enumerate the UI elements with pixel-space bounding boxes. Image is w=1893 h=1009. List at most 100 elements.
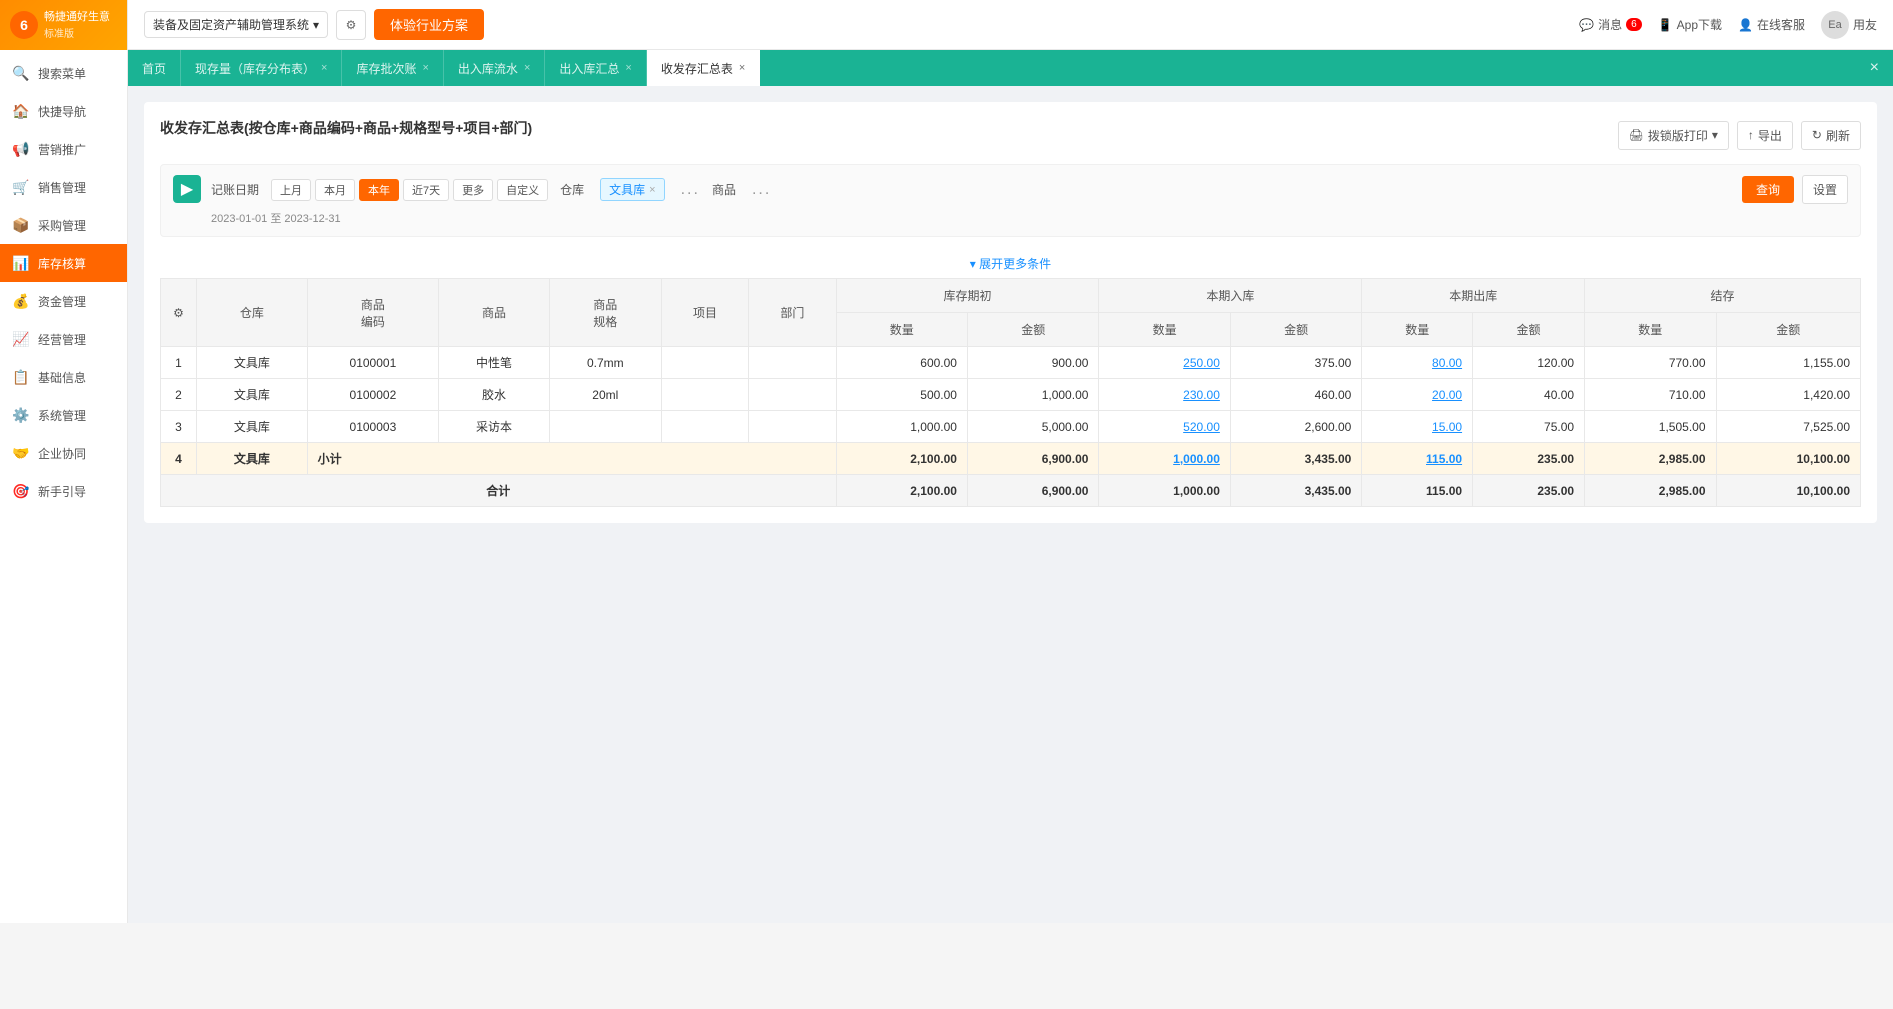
row-in-amt: 2,600.00 (1230, 411, 1361, 443)
service-icon: 👤 (1738, 18, 1753, 32)
row-in-qty[interactable]: 520.00 (1099, 411, 1230, 443)
sidebar-item-basic-info[interactable]: 📋 基础信息 (0, 358, 127, 396)
row-project (661, 411, 748, 443)
tab-flow[interactable]: 出入库流水 × (444, 50, 545, 86)
warehouse-tag-close[interactable]: × (649, 184, 655, 196)
topbar-settings-button[interactable]: ⚙ (336, 10, 366, 40)
date-btn-this-month[interactable]: 本月 (315, 179, 355, 201)
sidebar-item-label: 经营管理 (38, 331, 86, 348)
row-balance-qty: 770.00 (1585, 347, 1716, 379)
col-group-balance-header: 结存 (1585, 279, 1861, 313)
tab-receive-summary-close[interactable]: × (739, 62, 745, 74)
row-in-qty[interactable]: 250.00 (1099, 347, 1230, 379)
subtotal-in-qty[interactable]: 1,000.00 (1099, 443, 1230, 475)
subtotal-out-qty[interactable]: 115.00 (1362, 443, 1473, 475)
tab-home[interactable]: 首页 (128, 50, 181, 86)
sidebar-item-collab[interactable]: 🤝 企业协同 (0, 434, 127, 472)
row-no: 3 (161, 411, 197, 443)
message-badge: 6 (1626, 18, 1642, 31)
sidebar-item-marketing[interactable]: 📢 营销推广 (0, 130, 127, 168)
row-out-qty[interactable]: 20.00 (1362, 379, 1473, 411)
tab-summary[interactable]: 出入库汇总 × (545, 50, 646, 86)
messages-button[interactable]: 💬 消息 6 (1579, 16, 1642, 33)
refresh-button[interactable]: ↻ 刷新 (1801, 121, 1861, 150)
col-opening-qty-header: 数量 (836, 313, 967, 347)
tab-flow-label: 出入库流水 (458, 60, 518, 77)
sidebar-item-search[interactable]: 🔍 搜索菜单 (0, 54, 127, 92)
box-icon: 📦 (12, 216, 30, 234)
col-goods-spec-header: 商品规格 (549, 279, 661, 347)
online-service-button[interactable]: 👤 在线客服 (1738, 16, 1805, 33)
row-goods-code: 0100002 (307, 379, 438, 411)
avatar: Ea (1821, 11, 1849, 39)
sidebar-item-operations[interactable]: 📈 经营管理 (0, 320, 127, 358)
row-in-qty[interactable]: 230.00 (1099, 379, 1230, 411)
cart-icon: 🛒 (12, 178, 30, 196)
trial-button[interactable]: 体验行业方案 (374, 9, 484, 40)
row-goods-name: 采访本 (439, 411, 550, 443)
tab-inventory-dist-close[interactable]: × (321, 62, 327, 74)
row-goods-name: 中性笔 (439, 347, 550, 379)
expand-button[interactable]: ▾ 展开更多条件 (970, 255, 1051, 272)
sidebar-item-inventory[interactable]: 📊 库存核算 (0, 244, 127, 282)
megaphone-icon: 📢 (12, 140, 30, 158)
row-no: 2 (161, 379, 197, 411)
print-button[interactable]: 🖨 拨锁版打印 ▾ (1618, 121, 1729, 150)
sidebar-item-system[interactable]: ⚙️ 系统管理 (0, 396, 127, 434)
date-btn-this-year[interactable]: 本年 (359, 179, 399, 201)
app-download-button[interactable]: 📱 App下载 (1658, 16, 1722, 33)
system-selector[interactable]: 装备及固定资产辅助管理系统 ▾ (144, 11, 328, 38)
system-name: 装备及固定资产辅助管理系统 (153, 16, 309, 33)
col-balance-qty-header: 数量 (1585, 313, 1716, 347)
filter-toggle-button[interactable]: ▶ (173, 175, 201, 203)
table-row: 1 文具库 0100001 中性笔 0.7mm 600.00 900.00 25… (161, 347, 1861, 379)
row-balance-qty: 710.00 (1585, 379, 1716, 411)
date-btn-more[interactable]: 更多 (453, 179, 493, 201)
row-department (749, 347, 836, 379)
tab-batch[interactable]: 库存批次账 × (342, 50, 443, 86)
sidebar-item-label: 搜索菜单 (38, 65, 86, 82)
row-out-qty[interactable]: 80.00 (1362, 347, 1473, 379)
user-menu[interactable]: Ea 用友 (1821, 11, 1877, 39)
handshake-icon: 🤝 (12, 444, 30, 462)
export-button[interactable]: ↑ 导出 (1737, 121, 1793, 150)
date-btn-custom[interactable]: 自定义 (497, 179, 548, 201)
subtotal-opening-amt: 6,900.00 (967, 443, 1098, 475)
chevron-down-icon: ▾ (313, 18, 319, 32)
sidebar-item-label: 销售管理 (38, 179, 86, 196)
subtotal-row: 4 文具库 小计 2,100.00 6,900.00 1,000.00 3,43… (161, 443, 1861, 475)
settings-button[interactable]: 设置 (1802, 175, 1848, 204)
row-opening-amt: 1,000.00 (967, 379, 1098, 411)
total-balance-amt: 10,100.00 (1716, 475, 1860, 507)
col-in-qty-header: 数量 (1099, 313, 1230, 347)
app-logo[interactable]: 6 畅捷通好生意 标准版 (0, 0, 127, 50)
goods-label: 商品 (712, 181, 736, 198)
date-btn-7days[interactable]: 近7天 (403, 179, 449, 201)
table-row: 3 文具库 0100003 采访本 1,000.00 5,000.00 520.… (161, 411, 1861, 443)
date-btn-last-month[interactable]: 上月 (271, 179, 311, 201)
row-out-qty[interactable]: 15.00 (1362, 411, 1473, 443)
sidebar-item-guide[interactable]: 🎯 新手引导 (0, 472, 127, 510)
col-department-header: 部门 (749, 279, 836, 347)
subtotal-no: 4 (161, 443, 197, 475)
message-icon: 💬 (1579, 18, 1594, 32)
row-opening-qty: 600.00 (836, 347, 967, 379)
tab-batch-close[interactable]: × (422, 62, 428, 74)
tab-inventory-dist[interactable]: 现存量（库存分布表） × (181, 50, 342, 86)
col-warehouse-header: 仓库 (197, 279, 308, 347)
clipboard-icon: 📋 (12, 368, 30, 386)
sidebar-item-quick-nav[interactable]: 🏠 快捷导航 (0, 92, 127, 130)
goods-filter-dots[interactable]: ... (752, 181, 771, 199)
sidebar-item-sales[interactable]: 🛒 销售管理 (0, 168, 127, 206)
warehouse-label: 仓库 (560, 181, 584, 198)
sidebar-item-finance[interactable]: 💰 资金管理 (0, 282, 127, 320)
warehouse-filter-dots[interactable]: ... (681, 181, 700, 199)
tab-flow-close[interactable]: × (524, 62, 530, 74)
col-settings-header[interactable]: ⚙ (161, 279, 197, 347)
tabbar-close-button[interactable]: × (1856, 59, 1893, 77)
query-button[interactable]: 查询 (1742, 176, 1794, 203)
tab-receive-summary[interactable]: 收发存汇总表 × (647, 50, 760, 86)
tab-summary-close[interactable]: × (625, 62, 631, 74)
sidebar-item-purchase[interactable]: 📦 采购管理 (0, 206, 127, 244)
table-row: 2 文具库 0100002 胶水 20ml 500.00 1,000.00 23… (161, 379, 1861, 411)
